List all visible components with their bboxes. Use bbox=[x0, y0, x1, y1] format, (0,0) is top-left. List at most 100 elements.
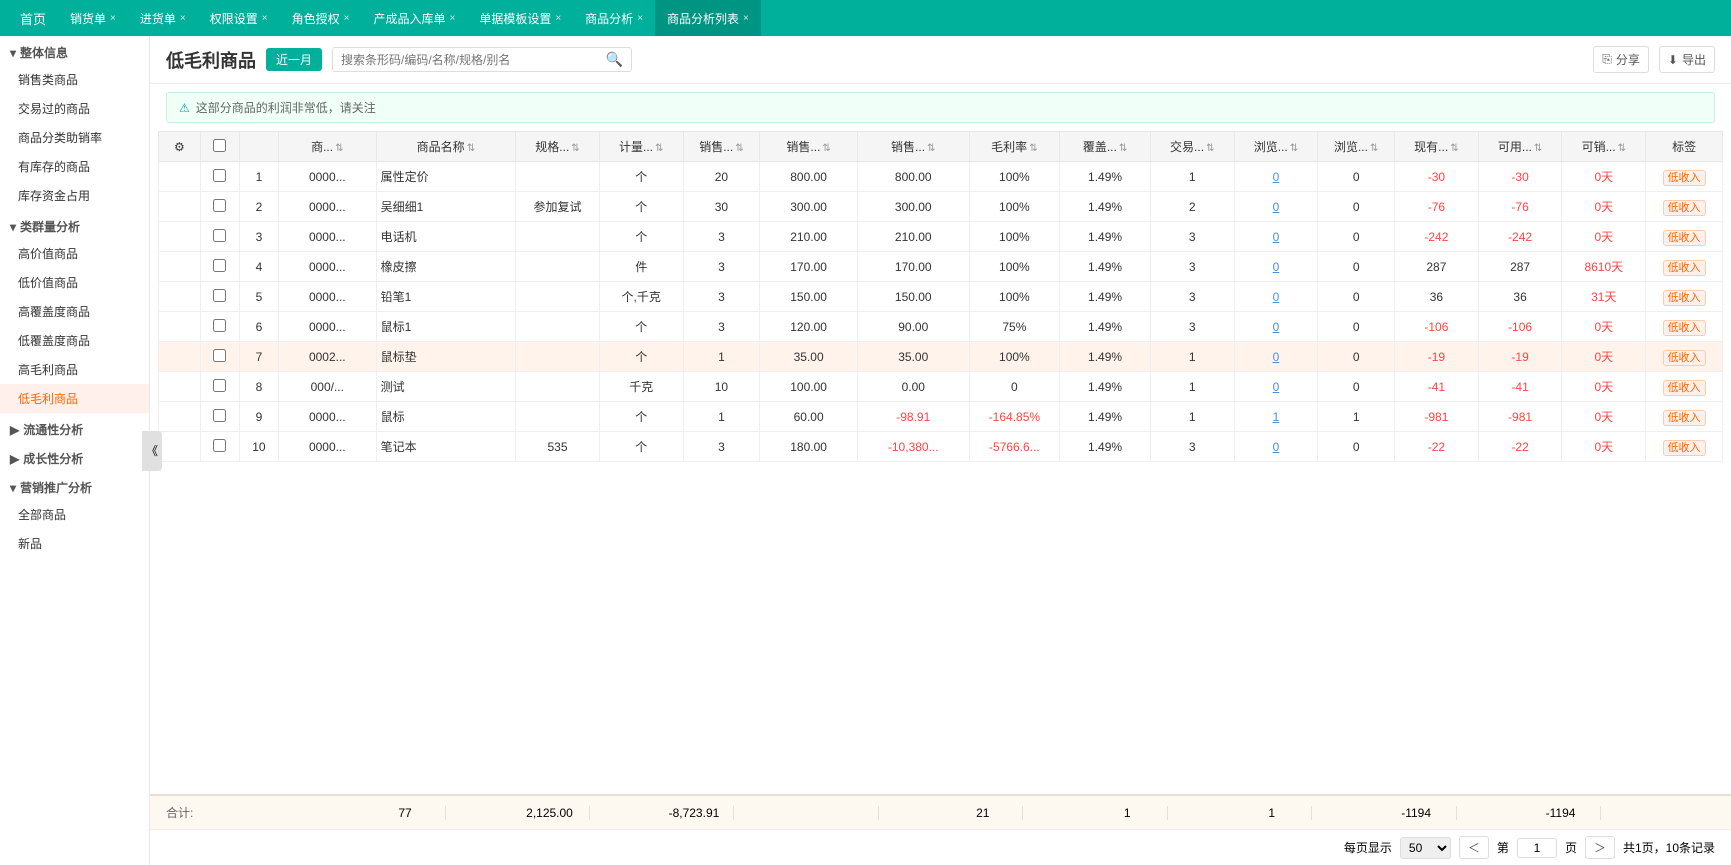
cell-checkbox[interactable] bbox=[200, 222, 239, 252]
cell-checkbox[interactable] bbox=[200, 282, 239, 312]
cell-browse1[interactable]: 0 bbox=[1234, 162, 1318, 192]
col-browse1[interactable]: 浏览...⇅ bbox=[1234, 132, 1318, 162]
col-stock[interactable]: 现有...⇅ bbox=[1395, 132, 1479, 162]
nav-close-product-analysis-list[interactable]: × bbox=[743, 13, 749, 24]
sidebar-item-high-coverage[interactable]: 高覆盖度商品 bbox=[0, 297, 149, 326]
nav-close-roles[interactable]: × bbox=[344, 13, 350, 24]
cell-browse1[interactable]: 0 bbox=[1234, 312, 1318, 342]
sidebar-group-circulation[interactable]: ▶ 流通性分析 bbox=[0, 413, 149, 442]
table-row: 9 0000... 鼠标 个 1 60.00 -98.91 -164.85% 1… bbox=[159, 402, 1723, 432]
row-checkbox[interactable] bbox=[213, 289, 226, 302]
cell-browse1[interactable]: 0 bbox=[1234, 372, 1318, 402]
col-amount[interactable]: 销售...⇅ bbox=[857, 132, 969, 162]
search-input[interactable] bbox=[341, 53, 606, 67]
row-checkbox[interactable] bbox=[213, 319, 226, 332]
nav-close-sales[interactable]: × bbox=[110, 13, 116, 24]
nav-item-template[interactable]: 单据模板设置 × bbox=[467, 0, 573, 36]
row-checkbox[interactable] bbox=[213, 229, 226, 242]
col-price[interactable]: 销售...⇅ bbox=[760, 132, 858, 162]
sidebar-group-growth[interactable]: ▶ 成长性分析 bbox=[0, 442, 149, 471]
sidebar-group-cluster: ▾ 类群量分析 bbox=[0, 210, 149, 239]
sidebar-item-traded-products[interactable]: 交易过的商品 bbox=[0, 94, 149, 123]
nav-item-product-analysis[interactable]: 商品分析 × bbox=[573, 0, 655, 36]
nav-close-purchase[interactable]: × bbox=[180, 13, 186, 24]
share-button[interactable]: ⎘ 分享 bbox=[1593, 46, 1649, 73]
date-filter-button[interactable]: 近一月 bbox=[266, 48, 322, 71]
row-checkbox[interactable] bbox=[213, 379, 226, 392]
cell-spec bbox=[516, 312, 600, 342]
nav-item-purchase[interactable]: 进货单 × bbox=[128, 0, 198, 36]
sidebar-item-high-margin[interactable]: 高毛利商品 bbox=[0, 355, 149, 384]
row-checkbox[interactable] bbox=[213, 259, 226, 272]
row-checkbox[interactable] bbox=[213, 349, 226, 362]
notice-icon: ⚠ bbox=[179, 101, 190, 115]
col-checkbox-header[interactable] bbox=[200, 132, 239, 162]
cell-name: 笔记本 bbox=[376, 432, 516, 462]
cell-checkbox[interactable] bbox=[200, 432, 239, 462]
next-page-button[interactable]: ＞ bbox=[1585, 836, 1615, 859]
cell-price: 60.00 bbox=[760, 402, 858, 432]
cell-browse1[interactable]: 1 bbox=[1234, 402, 1318, 432]
nav-item-sales[interactable]: 销货单 × bbox=[58, 0, 128, 36]
nav-close-product-analysis[interactable]: × bbox=[637, 13, 643, 24]
cell-checkbox[interactable] bbox=[200, 252, 239, 282]
sidebar-item-stock-value[interactable]: 库存资金占用 bbox=[0, 181, 149, 210]
sidebar-item-new-products[interactable]: 新品 bbox=[0, 529, 149, 558]
col-settings[interactable]: ⚙ bbox=[159, 132, 201, 162]
col-code[interactable]: 商...⇅ bbox=[278, 132, 376, 162]
col-coverage[interactable]: 覆盖...⇅ bbox=[1060, 132, 1151, 162]
cell-checkbox[interactable] bbox=[200, 372, 239, 402]
cell-qty: 3 bbox=[683, 222, 760, 252]
row-checkbox[interactable] bbox=[213, 439, 226, 452]
per-page-select[interactable]: 50 20 100 bbox=[1400, 837, 1451, 859]
col-qty[interactable]: 销售...⇅ bbox=[683, 132, 760, 162]
cell-checkbox[interactable] bbox=[200, 342, 239, 372]
nav-item-home[interactable]: 首页 bbox=[8, 0, 58, 36]
nav-item-product-analysis-list[interactable]: 商品分析列表 × bbox=[655, 0, 761, 36]
sidebar-item-category-sales-rate[interactable]: 商品分类助销率 bbox=[0, 123, 149, 152]
page-input[interactable] bbox=[1517, 838, 1557, 858]
cell-browse1[interactable]: 0 bbox=[1234, 222, 1318, 252]
cell-spec bbox=[516, 222, 600, 252]
nav-item-product-stock[interactable]: 产成品入库单 × bbox=[361, 0, 467, 36]
cell-browse1[interactable]: 0 bbox=[1234, 282, 1318, 312]
sidebar-item-low-value[interactable]: 低价值商品 bbox=[0, 268, 149, 297]
col-browse2[interactable]: 浏览...⇅ bbox=[1318, 132, 1395, 162]
col-available[interactable]: 可用...⇅ bbox=[1478, 132, 1562, 162]
row-checkbox[interactable] bbox=[213, 199, 226, 212]
cell-checkbox[interactable] bbox=[200, 402, 239, 432]
cell-stock: -981 bbox=[1395, 402, 1479, 432]
cell-browse1[interactable]: 0 bbox=[1234, 342, 1318, 372]
row-checkbox[interactable] bbox=[213, 409, 226, 422]
prev-page-button[interactable]: ＜ bbox=[1459, 836, 1489, 859]
sidebar-item-high-value[interactable]: 高价值商品 bbox=[0, 239, 149, 268]
col-spec[interactable]: 规格...⇅ bbox=[516, 132, 600, 162]
cell-checkbox[interactable] bbox=[200, 162, 239, 192]
col-saleable[interactable]: 可销...⇅ bbox=[1562, 132, 1646, 162]
sidebar-item-low-coverage[interactable]: 低覆盖度商品 bbox=[0, 326, 149, 355]
nav-close-template[interactable]: × bbox=[555, 13, 561, 24]
cell-browse1[interactable]: 0 bbox=[1234, 192, 1318, 222]
cell-checkbox[interactable] bbox=[200, 192, 239, 222]
nav-close-permissions[interactable]: × bbox=[262, 13, 268, 24]
nav-item-permissions[interactable]: 权限设置 × bbox=[198, 0, 280, 36]
cell-browse1[interactable]: 0 bbox=[1234, 432, 1318, 462]
select-all-checkbox[interactable] bbox=[213, 139, 226, 152]
col-gross-rate[interactable]: 毛利率⇅ bbox=[969, 132, 1060, 162]
sidebar-item-low-margin[interactable]: 低毛利商品 bbox=[0, 384, 149, 413]
col-trade[interactable]: 交易...⇅ bbox=[1150, 132, 1234, 162]
cell-checkbox[interactable] bbox=[200, 312, 239, 342]
cell-browse1[interactable]: 0 bbox=[1234, 252, 1318, 282]
col-unit[interactable]: 计量...⇅ bbox=[599, 132, 683, 162]
sidebar-item-sales-products[interactable]: 销售类商品 bbox=[0, 65, 149, 94]
col-name[interactable]: 商品名称⇅ bbox=[376, 132, 516, 162]
tag-badge: 低收入 bbox=[1663, 350, 1706, 366]
search-icon[interactable]: 🔍 bbox=[606, 51, 623, 68]
nav-item-roles[interactable]: 角色授权 × bbox=[280, 0, 362, 36]
sidebar-item-in-stock[interactable]: 有库存的商品 bbox=[0, 152, 149, 181]
sidebar-item-all-products[interactable]: 全部商品 bbox=[0, 500, 149, 529]
export-button[interactable]: ⬇ 导出 bbox=[1659, 46, 1715, 73]
row-checkbox[interactable] bbox=[213, 169, 226, 182]
sidebar-collapse-button[interactable]: 《 bbox=[142, 431, 162, 471]
nav-close-product-stock[interactable]: × bbox=[449, 13, 455, 24]
